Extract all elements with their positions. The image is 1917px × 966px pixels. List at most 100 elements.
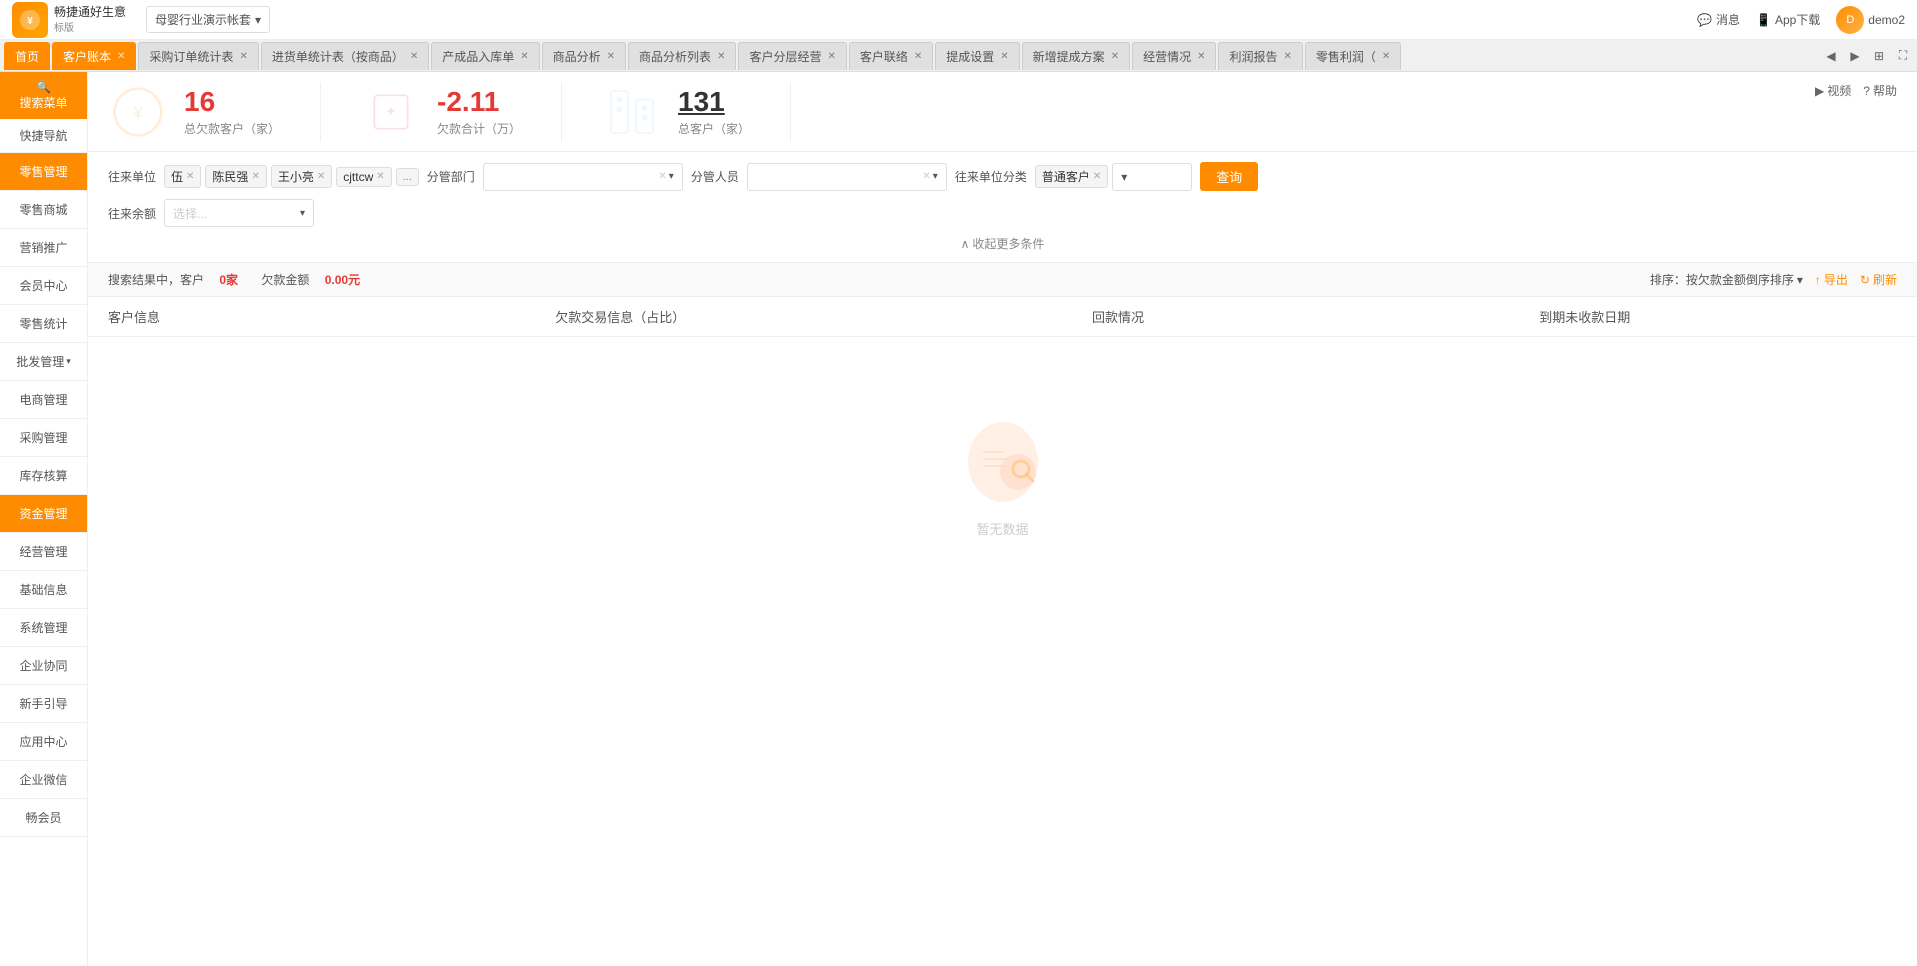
stat-total-customers-info: 131 总客户（家） xyxy=(678,86,750,137)
unit-tag-wang[interactable]: 王小亮 ✕ xyxy=(271,165,332,188)
col-header-due-date: 到期未收款日期 xyxy=(1539,307,1897,326)
tab-goods-analysis[interactable]: 商品分析 ✕ xyxy=(542,42,626,70)
close-icon[interactable]: ✕ xyxy=(376,171,384,182)
tab-product-instock[interactable]: 产成品入库单 ✕ xyxy=(431,42,539,70)
chevron-down-icon: ▾ xyxy=(66,356,71,367)
sidebar-item-system-mgmt-label: 系统管理 xyxy=(19,621,67,635)
collapse-button[interactable]: ∧ 收起更多条件 xyxy=(961,235,1045,252)
close-icon[interactable]: ✕ xyxy=(607,51,615,62)
clear-icon[interactable]: ✕ xyxy=(922,171,930,182)
tab-customer-account[interactable]: 客户账本 ✕ xyxy=(52,42,136,70)
close-icon[interactable]: ✕ xyxy=(239,51,247,62)
close-icon[interactable]: ✕ xyxy=(1197,51,1205,62)
balance-dropdown[interactable]: 选择... ▾ xyxy=(164,199,314,227)
close-icon[interactable]: ✕ xyxy=(317,171,325,182)
tab-add-tip[interactable]: 新增提成方案 ✕ xyxy=(1022,42,1130,70)
sidebar-item-retail-stats[interactable]: 零售统计 xyxy=(0,305,87,343)
export-button[interactable]: ↑ 导出 xyxy=(1815,271,1848,288)
close-icon[interactable]: ✕ xyxy=(1382,51,1390,62)
balance-placeholder: 选择... xyxy=(173,205,207,222)
unit-tag-group: 伍 ✕ 陈民强 ✕ 王小亮 ✕ cjttcw ✕ xyxy=(164,165,419,188)
tab-tip-settings[interactable]: 提成设置 ✕ xyxy=(935,42,1019,70)
video-button[interactable]: ▶ 视频 xyxy=(1815,82,1851,99)
tab-home-label: 首页 xyxy=(15,48,39,65)
sidebar-item-ecommerce-mgmt-label: 电商管理 xyxy=(19,393,67,407)
person-dropdown[interactable]: ✕ ▾ xyxy=(747,163,947,191)
sidebar-item-basic-info[interactable]: 基础信息 xyxy=(0,571,87,609)
sidebar-item-enterprise-coop[interactable]: 企业协同 xyxy=(0,647,87,685)
sidebar-item-system-mgmt[interactable]: 系统管理 xyxy=(0,609,87,647)
query-button[interactable]: 查询 xyxy=(1200,162,1258,191)
tab-purchase-order[interactable]: 采购订单统计表 ✕ xyxy=(138,42,258,70)
close-icon[interactable]: ✕ xyxy=(717,51,725,62)
close-icon[interactable]: ✕ xyxy=(1111,51,1119,62)
sidebar-item-enterprise-coop-label: 企业协同 xyxy=(19,659,67,673)
tab-retail-profit[interactable]: 零售利润（ ✕ xyxy=(1305,42,1401,70)
empty-icon xyxy=(953,417,1053,507)
help-button[interactable]: ? 帮助 xyxy=(1863,82,1897,99)
tab-customer-contact[interactable]: 客户联络 ✕ xyxy=(849,42,933,70)
sidebar-item-retail-mgmt[interactable]: 零售管理 xyxy=(0,153,87,191)
sidebar-item-app-center[interactable]: 应用中心 xyxy=(0,723,87,761)
sidebar-item-enterprise-wechat[interactable]: 企业微信 xyxy=(0,761,87,799)
message-button[interactable]: 💬 消息 xyxy=(1697,11,1740,28)
sidebar-item-wholesale-mgmt[interactable]: 批发管理 ▾ xyxy=(0,343,87,381)
sort-button[interactable]: 排序：按欠款金额倒序排序 ▾ xyxy=(1650,271,1803,288)
close-icon[interactable]: ✕ xyxy=(827,51,835,62)
tab-goods-analysis-list[interactable]: 商品分析列表 ✕ xyxy=(628,42,736,70)
tab-profit-report[interactable]: 利润报告 ✕ xyxy=(1218,42,1302,70)
sidebar-item-ecommerce-mgmt[interactable]: 电商管理 xyxy=(0,381,87,419)
sidebar-item-member-center[interactable]: 会员中心 xyxy=(0,267,87,305)
tab-customer-tier[interactable]: 客户分层经营 ✕ xyxy=(738,42,846,70)
sidebar-item-purchase-mgmt-label: 采购管理 xyxy=(19,431,67,445)
sidebar-item-capital-mgmt[interactable]: 资金管理 xyxy=(0,495,87,533)
sidebar-item-retail-mgmt-label: 零售管理 xyxy=(19,165,67,179)
user-avatar-area[interactable]: D demo2 xyxy=(1836,6,1905,34)
sidebar-item-retail-mall[interactable]: 零售商城 xyxy=(0,191,87,229)
close-icon[interactable]: ✕ xyxy=(1000,51,1008,62)
stat-debt-customers-value: 16 xyxy=(184,86,280,118)
app-download-button[interactable]: 📱 App下载 xyxy=(1756,11,1820,28)
close-icon[interactable]: ✕ xyxy=(914,51,922,62)
unit-tag-more[interactable]: ... xyxy=(396,168,419,186)
tab-business-status[interactable]: 经营情况 ✕ xyxy=(1132,42,1216,70)
close-icon[interactable]: ✕ xyxy=(520,51,528,62)
sidebar-item-operations-mgmt[interactable]: 经营管理 xyxy=(0,533,87,571)
unit-tag-wu[interactable]: 伍 ✕ xyxy=(164,165,201,188)
sidebar-search[interactable]: 🔍 搜索菜单 xyxy=(0,72,87,119)
sidebar-item-inventory-check[interactable]: 库存核算 xyxy=(0,457,87,495)
stat-total-debt: ✦ -2.11 欠款合计（万） xyxy=(361,82,562,142)
sidebar-item-marketing[interactable]: 营销推广 xyxy=(0,229,87,267)
sidebar-item-newbie-guide[interactable]: 新手引导 xyxy=(0,685,87,723)
clear-icon[interactable]: ✕ xyxy=(658,171,666,182)
account-selector[interactable]: 母婴行业演示帐套 ▾ xyxy=(146,6,270,33)
close-icon[interactable]: ✕ xyxy=(410,51,418,62)
stat-total-debt-value: -2.11 xyxy=(437,86,521,118)
unit-tag-chen-label: 陈民强 xyxy=(212,168,248,185)
tab-customer-contact-label: 客户联络 xyxy=(860,48,908,65)
unit-tag-cjttcw[interactable]: cjttcw ✕ xyxy=(336,167,391,187)
close-icon[interactable]: ✕ xyxy=(117,51,125,62)
unit-tag-cjttcw-label: cjttcw xyxy=(343,170,373,184)
refresh-button[interactable]: ↻ 刷新 xyxy=(1860,271,1897,288)
tab-prev-button[interactable]: ◀ xyxy=(1821,46,1841,66)
category-tag-normal[interactable]: 普通客户 ✕ xyxy=(1035,165,1108,188)
tab-fullscreen-button[interactable]: ⛶ xyxy=(1893,46,1913,66)
sidebar-item-vip-member[interactable]: 畅会员 xyxy=(0,799,87,837)
tab-next-button[interactable]: ▶ xyxy=(1845,46,1865,66)
tab-expand-button[interactable]: ⊞ xyxy=(1869,46,1889,66)
close-icon[interactable]: ✕ xyxy=(1284,51,1292,62)
close-icon[interactable]: ✕ xyxy=(251,171,259,182)
category-dropdown[interactable]: ▾ xyxy=(1112,163,1192,191)
tab-home[interactable]: 首页 xyxy=(4,42,50,70)
sidebar-item-retail-stats-label: 零售统计 xyxy=(19,317,67,331)
sidebar-item-purchase-mgmt[interactable]: 采购管理 xyxy=(0,419,87,457)
tab-instock-stats[interactable]: 进货单统计表（按商品） ✕ xyxy=(261,42,429,70)
close-icon[interactable]: ✕ xyxy=(1093,171,1101,182)
search-icon: 🔍 xyxy=(36,80,51,94)
close-icon[interactable]: ✕ xyxy=(186,171,194,182)
dept-dropdown[interactable]: ✕ ▾ xyxy=(483,163,683,191)
sidebar-quick-nav[interactable]: 快捷导航 xyxy=(0,119,87,153)
result-debt-label: 欠款金额 xyxy=(261,273,309,287)
unit-tag-chen[interactable]: 陈民强 ✕ xyxy=(205,165,266,188)
